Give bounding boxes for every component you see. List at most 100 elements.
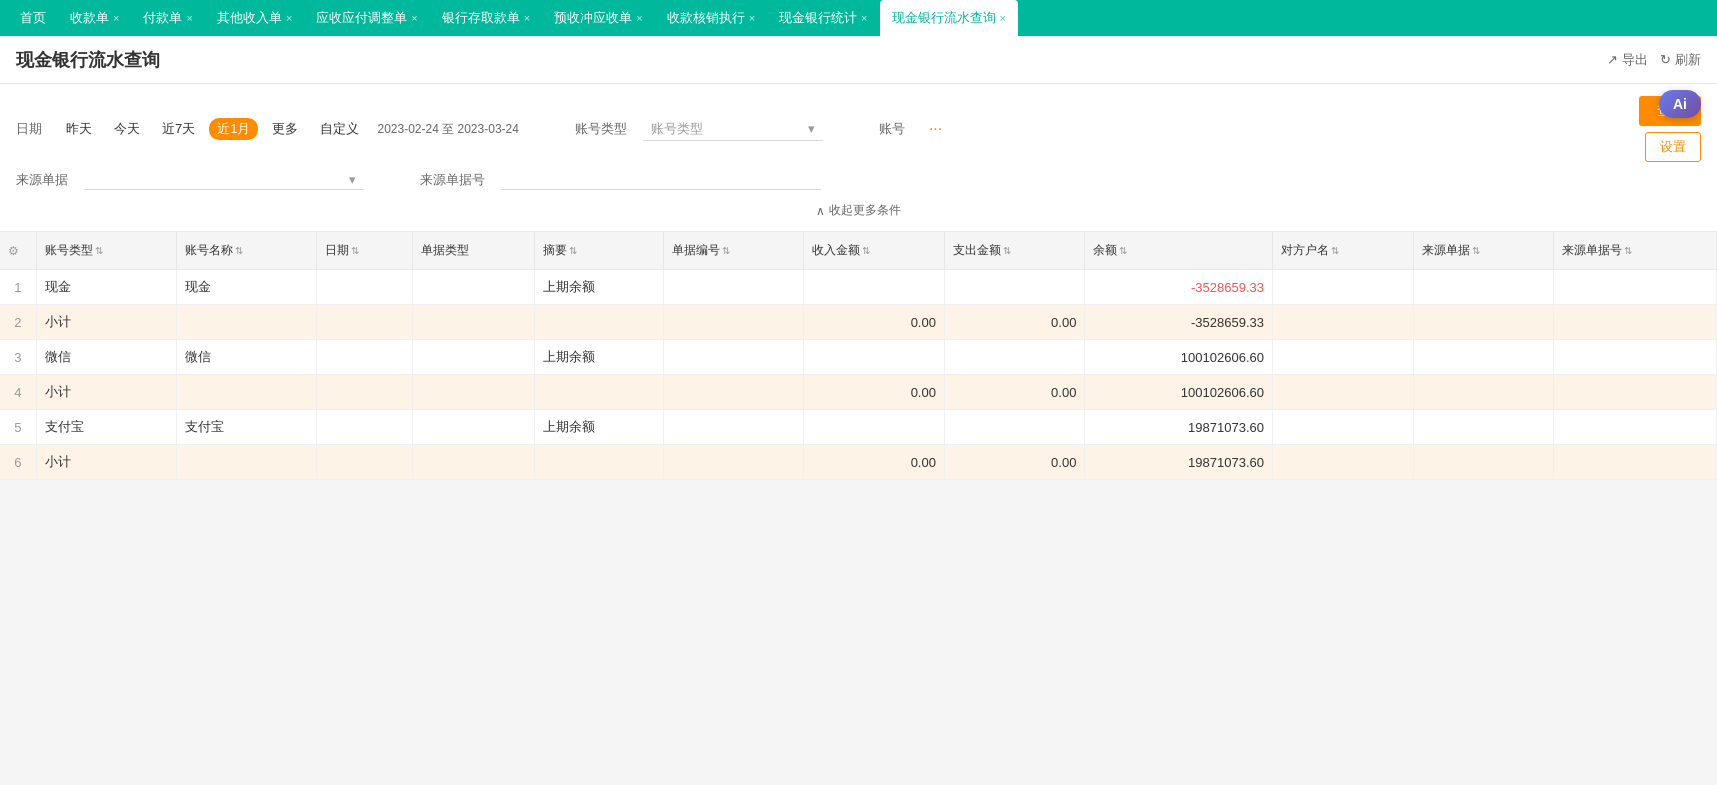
cell-account-type: 支付宝 bbox=[36, 410, 176, 445]
cell-summary: 上期余额 bbox=[534, 410, 663, 445]
cell-expense bbox=[944, 340, 1084, 375]
export-icon: ↗ bbox=[1607, 52, 1618, 67]
refresh-icon: ↻ bbox=[1660, 52, 1671, 67]
close-reconcile-icon[interactable]: × bbox=[749, 0, 755, 36]
th-source-doc-no[interactable]: 来源单据号⇅ bbox=[1553, 232, 1716, 270]
cell-row-num: 1 bbox=[0, 270, 36, 305]
cell-summary bbox=[534, 305, 663, 340]
source-doc-label: 来源单据 bbox=[16, 171, 68, 189]
th-summary[interactable]: 摘要⇅ bbox=[534, 232, 663, 270]
cell-date bbox=[317, 340, 413, 375]
nav-home[interactable]: 首页 bbox=[8, 0, 58, 36]
settings-button[interactable]: 设置 bbox=[1645, 132, 1701, 162]
cell-counterparty bbox=[1273, 305, 1413, 340]
th-account-name[interactable]: 账号名称⇅ bbox=[176, 232, 316, 270]
nav-bank-deposit[interactable]: 银行存取款单 × bbox=[430, 0, 542, 36]
nav-payment[interactable]: 付款单 × bbox=[131, 0, 204, 36]
table-row: 5 支付宝 支付宝 上期余额 19871073.60 bbox=[0, 410, 1717, 445]
cell-source-doc bbox=[1413, 305, 1553, 340]
close-cash-flow-icon[interactable]: × bbox=[1000, 0, 1006, 36]
close-other-income-icon[interactable]: × bbox=[286, 0, 292, 36]
cell-expense: 0.00 bbox=[944, 305, 1084, 340]
collapse-label: 收起更多条件 bbox=[829, 202, 901, 219]
ai-badge[interactable]: Ai bbox=[1659, 90, 1701, 118]
account-ellipsis-button[interactable]: ··· bbox=[921, 120, 950, 138]
close-receipt-icon[interactable]: × bbox=[113, 0, 119, 36]
cell-account-type: 微信 bbox=[36, 340, 176, 375]
filter-area: 日期 昨天 今天 近7天 近1月 更多 自定义 2023-02-24 至 202… bbox=[0, 84, 1717, 232]
cell-account-name bbox=[176, 445, 316, 480]
filter-row-1: 日期 昨天 今天 近7天 近1月 更多 自定义 2023-02-24 至 202… bbox=[16, 96, 1701, 162]
cell-income: 0.00 bbox=[804, 445, 944, 480]
close-cash-stats-icon[interactable]: × bbox=[861, 0, 867, 36]
cell-income: 0.00 bbox=[804, 375, 944, 410]
source-doc-no-input[interactable] bbox=[501, 170, 821, 190]
cell-doc-type bbox=[412, 445, 534, 480]
date-7days[interactable]: 近7天 bbox=[154, 118, 203, 140]
th-date[interactable]: 日期⇅ bbox=[317, 232, 413, 270]
date-more[interactable]: 更多 bbox=[264, 118, 306, 140]
cell-doc-no bbox=[663, 445, 803, 480]
cell-counterparty bbox=[1273, 270, 1413, 305]
th-account-type[interactable]: 账号类型⇅ bbox=[36, 232, 176, 270]
account-type-select[interactable]: 账号类型 ▾ bbox=[643, 118, 823, 141]
cell-row-num: 4 bbox=[0, 375, 36, 410]
cell-doc-no bbox=[663, 410, 803, 445]
nav-cash-stats[interactable]: 现金银行统计 × bbox=[767, 0, 879, 36]
cell-date bbox=[317, 305, 413, 340]
source-doc-no-label: 来源单据号 bbox=[420, 171, 485, 189]
cell-summary: 上期余额 bbox=[534, 340, 663, 375]
export-button[interactable]: ↗ 导出 bbox=[1607, 51, 1648, 69]
cell-balance: 19871073.60 bbox=[1085, 445, 1273, 480]
th-doc-no[interactable]: 单据编号⇅ bbox=[663, 232, 803, 270]
cell-expense: 0.00 bbox=[944, 445, 1084, 480]
close-prepay-icon[interactable]: × bbox=[636, 0, 642, 36]
th-expense[interactable]: 支出金额⇅ bbox=[944, 232, 1084, 270]
date-range: 2023-02-24 至 2023-03-24 bbox=[377, 121, 518, 138]
cell-doc-no bbox=[663, 340, 803, 375]
cell-doc-type bbox=[412, 410, 534, 445]
th-source-doc[interactable]: 来源单据⇅ bbox=[1413, 232, 1553, 270]
account-label: 账号 bbox=[879, 120, 905, 138]
cell-date bbox=[317, 270, 413, 305]
page-header: 现金银行流水查询 ↗ 导出 ↻ 刷新 bbox=[0, 36, 1717, 84]
account-type-chevron-icon: ▾ bbox=[808, 121, 815, 136]
cell-source-doc-no bbox=[1553, 445, 1716, 480]
cell-source-doc bbox=[1413, 445, 1553, 480]
nav-prepay[interactable]: 预收冲应收单 × bbox=[542, 0, 654, 36]
data-table: ⚙ 账号类型⇅ 账号名称⇅ 日期⇅ 单据类型 摘要⇅ 单据编号⇅ bbox=[0, 232, 1717, 480]
th-gear[interactable]: ⚙ bbox=[0, 232, 36, 270]
cell-account-name bbox=[176, 305, 316, 340]
cell-account-type: 小计 bbox=[36, 375, 176, 410]
th-income[interactable]: 收入金额⇅ bbox=[804, 232, 944, 270]
date-yesterday[interactable]: 昨天 bbox=[58, 118, 100, 140]
close-adjustment-icon[interactable]: × bbox=[411, 0, 417, 36]
cell-doc-type bbox=[412, 270, 534, 305]
date-options: 昨天 今天 近7天 近1月 更多 自定义 2023-02-24 至 2023-0… bbox=[58, 118, 519, 140]
nav-cash-flow[interactable]: 现金银行流水查询 × bbox=[880, 0, 1018, 36]
nav-other-income[interactable]: 其他收入单 × bbox=[205, 0, 304, 36]
nav-adjustment[interactable]: 应收应付调整单 × bbox=[304, 0, 429, 36]
date-custom[interactable]: 自定义 bbox=[312, 118, 367, 140]
cell-date bbox=[317, 445, 413, 480]
cell-counterparty bbox=[1273, 445, 1413, 480]
nav-reconcile[interactable]: 收款核销执行 × bbox=[655, 0, 767, 36]
close-payment-icon[interactable]: × bbox=[186, 0, 192, 36]
cell-income bbox=[804, 340, 944, 375]
nav-receipt[interactable]: 收款单 × bbox=[58, 0, 131, 36]
cell-summary bbox=[534, 375, 663, 410]
close-bank-deposit-icon[interactable]: × bbox=[524, 0, 530, 36]
th-counterparty[interactable]: 对方户名⇅ bbox=[1273, 232, 1413, 270]
cell-source-doc-no bbox=[1553, 270, 1716, 305]
table-row: 2 小计 0.00 0.00 -3528659.33 bbox=[0, 305, 1717, 340]
date-today[interactable]: 今天 bbox=[106, 118, 148, 140]
refresh-button[interactable]: ↻ 刷新 bbox=[1660, 51, 1701, 69]
cell-income bbox=[804, 410, 944, 445]
cell-balance: 100102606.60 bbox=[1085, 340, 1273, 375]
cell-counterparty bbox=[1273, 410, 1413, 445]
date-1month[interactable]: 近1月 bbox=[209, 118, 258, 140]
source-doc-select[interactable]: ▾ bbox=[84, 170, 364, 190]
cell-account-type: 小计 bbox=[36, 445, 176, 480]
collapse-bar[interactable]: ∧ 收起更多条件 bbox=[16, 198, 1701, 223]
th-balance[interactable]: 余额⇅ bbox=[1085, 232, 1273, 270]
